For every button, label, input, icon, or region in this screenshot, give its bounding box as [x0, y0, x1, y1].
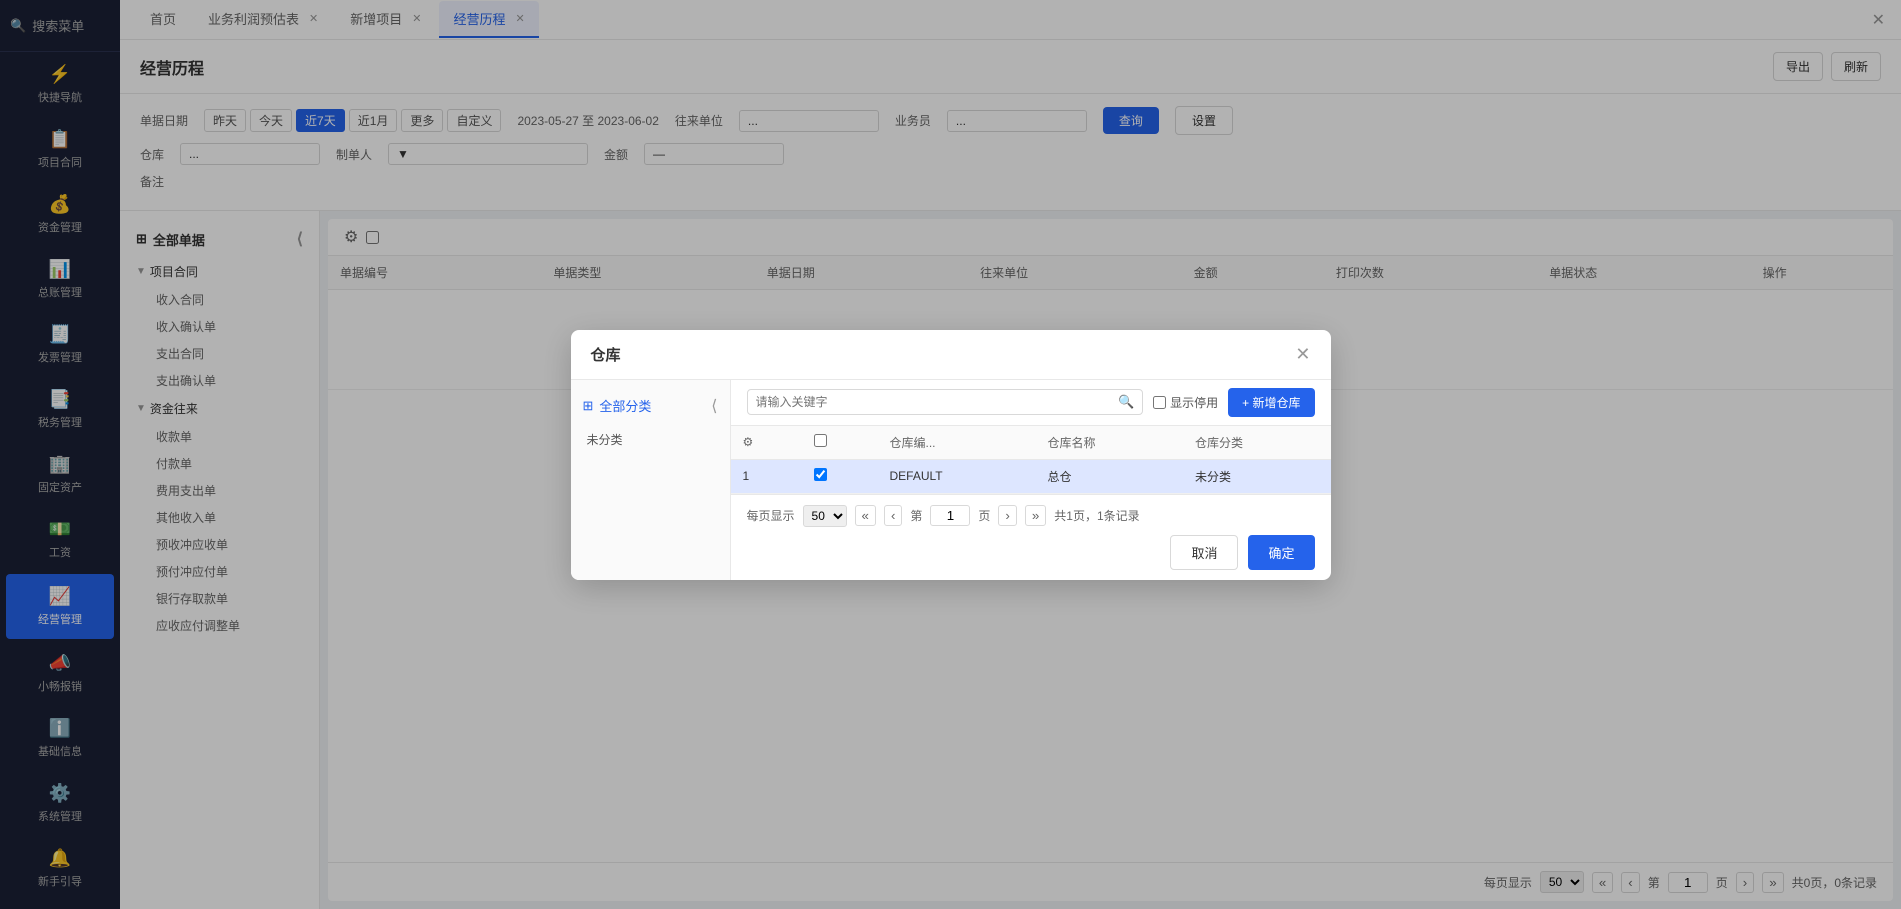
modal-title: 仓库 [591, 344, 621, 365]
modal-right-panel: 🔍 显示停用 + 新增仓库 ⚙ [731, 380, 1331, 580]
modal-all-category[interactable]: ⊞ 全部分类 ⟨ [571, 388, 730, 424]
row-name: 总仓 [1035, 459, 1183, 493]
modal-actions: 取消 确定 [747, 535, 1315, 570]
row-checkbox-cell[interactable] [802, 459, 878, 493]
modal-page-input[interactable] [930, 505, 970, 526]
modal-search-input[interactable] [756, 395, 1114, 409]
row-checkbox[interactable] [814, 468, 827, 481]
modal-col-category: 仓库分类 [1183, 426, 1331, 460]
show-disabled-checkbox-label[interactable]: 显示停用 [1153, 394, 1218, 411]
modal-col-checkbox [802, 426, 878, 460]
grid-icon-modal: ⊞ [583, 398, 594, 414]
show-disabled-label: 显示停用 [1170, 394, 1218, 411]
modal-unclassified-item[interactable]: 未分类 [571, 424, 730, 455]
modal-first-btn[interactable]: « [855, 505, 876, 526]
modal-page-label: 第 [910, 507, 922, 524]
modal-table-area: ⚙ 仓库编... 仓库名称 仓库分类 1 DEFAULT 总仓 未分类 [731, 426, 1331, 494]
modal-search-box: 🔍 [747, 389, 1144, 415]
show-disabled-checkbox[interactable] [1153, 396, 1166, 409]
confirm-button[interactable]: 确定 [1248, 535, 1314, 570]
warehouse-modal: 仓库 ✕ ⊞ 全部分类 ⟨ 未分类 🔍 [571, 330, 1331, 580]
add-warehouse-button[interactable]: + 新增仓库 [1228, 388, 1314, 417]
modal-overlay: 仓库 ✕ ⊞ 全部分类 ⟨ 未分类 🔍 [0, 0, 1901, 909]
modal-total-label: 共1页，1条记录 [1054, 507, 1139, 524]
modal-collapse-btn[interactable]: ⟨ [711, 396, 717, 416]
modal-last-btn[interactable]: » [1025, 505, 1046, 526]
modal-header: 仓库 ✕ [571, 330, 1331, 380]
modal-close-button[interactable]: ✕ [1295, 344, 1310, 365]
modal-page-suffix: 页 [978, 507, 990, 524]
modal-next-btn[interactable]: › [998, 505, 1016, 526]
per-page-label: 每页显示 [747, 507, 795, 524]
modal-footer: 每页显示 50 « ‹ 第 页 › » 共1页，1条记录 [731, 494, 1331, 580]
modal-col-code: 仓库编... [877, 426, 1035, 460]
modal-left-panel: ⊞ 全部分类 ⟨ 未分类 [571, 380, 731, 580]
modal-col-settings: ⚙ [731, 426, 802, 460]
modal-col-name: 仓库名称 [1035, 426, 1183, 460]
search-icon-modal[interactable]: 🔍 [1118, 394, 1134, 410]
modal-select-all[interactable] [814, 434, 827, 447]
row-index: 1 [731, 459, 802, 493]
modal-pagination: 每页显示 50 « ‹ 第 页 › » 共1页，1条记录 [747, 505, 1315, 527]
modal-table-row[interactable]: 1 DEFAULT 总仓 未分类 [731, 459, 1331, 493]
modal-all-label: 全部分类 [599, 396, 651, 415]
row-code: DEFAULT [877, 459, 1035, 493]
modal-warehouse-table: ⚙ 仓库编... 仓库名称 仓库分类 1 DEFAULT 总仓 未分类 [731, 426, 1331, 494]
modal-body: ⊞ 全部分类 ⟨ 未分类 🔍 显示停用 [571, 380, 1331, 580]
modal-toolbar: 🔍 显示停用 + 新增仓库 [731, 380, 1331, 426]
modal-prev-btn[interactable]: ‹ [884, 505, 902, 526]
modal-page-size-select[interactable]: 50 [803, 505, 847, 527]
row-category: 未分类 [1183, 459, 1331, 493]
cancel-button[interactable]: 取消 [1170, 535, 1238, 570]
